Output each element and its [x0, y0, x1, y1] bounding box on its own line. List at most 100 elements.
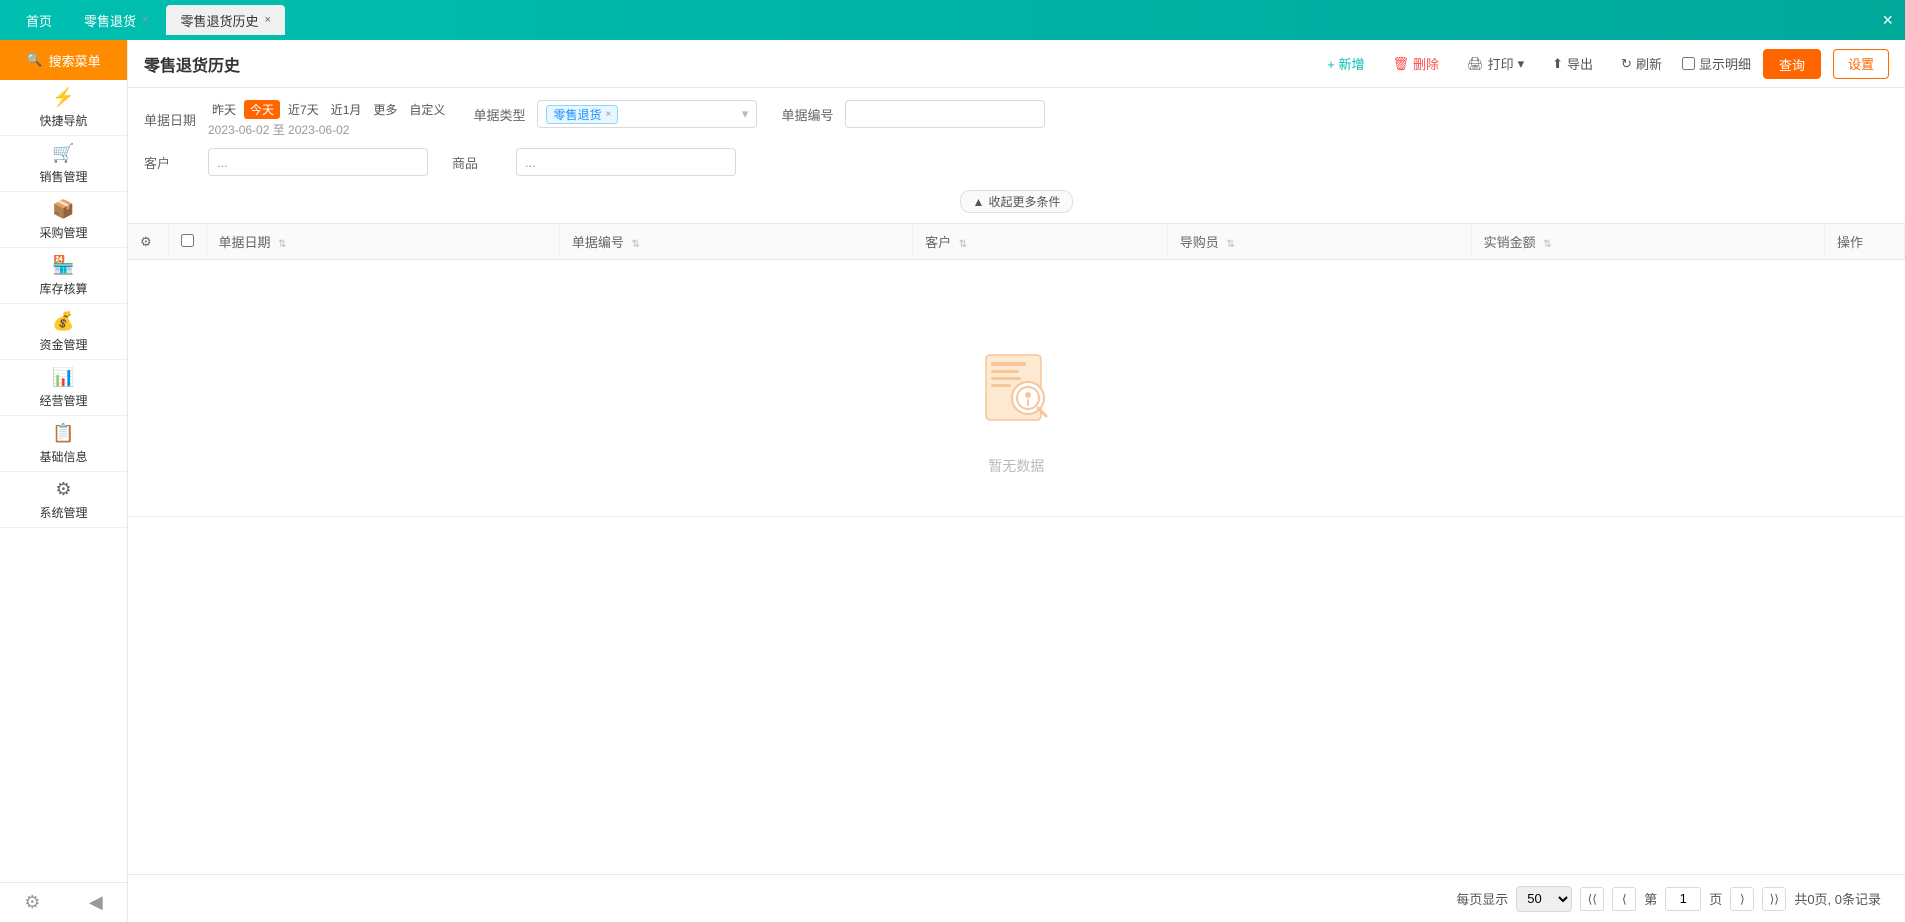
page-unit: 页: [1709, 889, 1722, 908]
collapse-row: ▲ 收起更多条件: [144, 186, 1889, 215]
sidebar-item-purchase-mgmt[interactable]: 📦 采购管理: [0, 192, 127, 248]
purchase-icon: 📦: [52, 199, 74, 220]
display-detail-checkbox-area[interactable]: 显示明细: [1682, 54, 1751, 73]
prev-page-button[interactable]: ⟨: [1612, 887, 1636, 911]
tab-home-label: 首页: [26, 11, 52, 30]
sidebar-search-button[interactable]: 🔍 搜索菜单: [0, 40, 127, 80]
refresh-button[interactable]: ↻ 刷新: [1613, 50, 1670, 77]
goods-filter: 商品 ...: [452, 148, 736, 176]
guide-sort-icon: ⇅: [1226, 239, 1234, 250]
date-opt-more[interactable]: 更多: [369, 100, 401, 119]
th-customer-label: 客户: [925, 235, 951, 250]
th-doc-date[interactable]: 单据日期 ⇅: [206, 224, 559, 260]
sidebar-item-finance[interactable]: 💰 资金管理: [0, 304, 127, 360]
date-opt-7days[interactable]: 近7天: [284, 100, 323, 119]
date-opt-1month[interactable]: 近1月: [327, 100, 366, 119]
delete-icon: 🗑: [1393, 56, 1410, 72]
query-button[interactable]: 查询: [1763, 49, 1821, 79]
header-actions: + 新增 🗑 删除 🖨 打印 ▾ ⬆ 导出 ↻ 刷新: [1319, 49, 1889, 79]
print-button-label: 打印: [1488, 54, 1514, 73]
export-button-label: 导出: [1567, 54, 1593, 73]
date-opt-yesterday[interactable]: 昨天: [208, 100, 240, 119]
sidebar-search-label: 搜索菜单: [49, 51, 101, 70]
window-close-button[interactable]: ×: [1882, 10, 1893, 31]
sidebar-item-finance-label: 资金管理: [39, 336, 87, 353]
refresh-button-label: 刷新: [1636, 54, 1662, 73]
export-button[interactable]: ⬆ 导出: [1544, 50, 1601, 77]
refresh-icon: ↻: [1621, 56, 1632, 72]
page-size-select[interactable]: 50 100 200: [1516, 886, 1572, 912]
delete-button-label: 删除: [1413, 54, 1439, 73]
th-doc-num[interactable]: 单据编号 ⇅: [559, 224, 912, 260]
doc-type-select[interactable]: 零售退货 × ▾: [537, 100, 757, 128]
next-page-button[interactable]: ⟩: [1730, 887, 1754, 911]
delete-button[interactable]: 🗑 删除: [1385, 50, 1448, 77]
th-customer[interactable]: 客户 ⇅: [913, 224, 1168, 260]
page-label: 第: [1644, 889, 1657, 908]
date-opt-custom[interactable]: 自定义: [405, 100, 449, 119]
th-check[interactable]: [168, 224, 206, 260]
sidebar-menu: ⚡ 快捷导航 🛒 销售管理 📦 采购管理 🏪 库存核算 💰 资金管理 📊: [0, 80, 127, 882]
new-button[interactable]: + 新增: [1319, 50, 1372, 77]
tab-home[interactable]: 首页: [12, 5, 66, 35]
customer-select[interactable]: ...: [208, 148, 428, 176]
tab-retail-return-history[interactable]: 零售退货历史 ×: [166, 5, 284, 35]
doc-type-tag-close[interactable]: ×: [605, 109, 611, 120]
settings-bottom-icon[interactable]: ⚙: [24, 892, 40, 913]
filter-row-1: 单据日期 昨天 今天 近7天 近1月 更多 自定义 2023-06-02 至 2…: [144, 100, 1889, 138]
last-page-button[interactable]: ⟩⟩: [1762, 887, 1786, 911]
th-guide[interactable]: 导购员 ⇅: [1167, 224, 1471, 260]
select-all-checkbox[interactable]: [181, 234, 194, 247]
th-settings[interactable]: ⚙: [128, 224, 168, 260]
amount-sort-icon: ⇅: [1543, 239, 1551, 250]
sidebar-item-inventory[interactable]: 🏪 库存核算: [0, 248, 127, 304]
sidebar-item-sales-mgmt[interactable]: 🛒 销售管理: [0, 136, 127, 192]
page-size-label: 每页显示: [1456, 889, 1508, 908]
basic-info-icon: 📋: [52, 423, 74, 444]
date-range-display: 2023-06-02 至 2023-06-02: [208, 121, 449, 138]
th-amount[interactable]: 实销金额 ⇅: [1471, 224, 1824, 260]
print-dropdown-icon: ▾: [1518, 56, 1525, 72]
sidebar-item-system-mgmt[interactable]: ⚙ 系统管理: [0, 472, 127, 528]
sidebar-item-operations[interactable]: 📊 经营管理: [0, 360, 127, 416]
setting-button[interactable]: 设置: [1833, 49, 1889, 79]
date-filter-label: 单据日期: [144, 110, 200, 129]
tab-retail-return-history-label: 零售退货历史: [180, 11, 258, 30]
collapse-button[interactable]: ▲ 收起更多条件: [960, 190, 1074, 213]
sidebar-item-system-mgmt-label: 系统管理: [39, 504, 87, 521]
tab-retail-return-close[interactable]: ×: [142, 14, 148, 26]
total-info: 共0页, 0条记录: [1794, 889, 1881, 908]
table-header: ⚙ 单据日期 ⇅ 单据编号 ⇅: [128, 224, 1905, 260]
collapse-sidebar-icon[interactable]: ◀: [89, 892, 103, 913]
goods-select[interactable]: ...: [516, 148, 736, 176]
collapse-button-label: 收起更多条件: [988, 193, 1060, 210]
doc-num-filter: 单据编号: [781, 100, 1045, 128]
th-guide-label: 导购员: [1180, 235, 1219, 250]
finance-icon: 💰: [52, 311, 74, 332]
display-detail-checkbox[interactable]: [1682, 57, 1695, 70]
print-button[interactable]: 🖨 打印 ▾: [1459, 50, 1532, 77]
table-body: 暂无数据: [128, 260, 1905, 517]
tab-retail-return[interactable]: 零售退货 ×: [70, 5, 162, 35]
customer-filter: 客户 ...: [144, 148, 428, 176]
date-opt-today[interactable]: 今天: [244, 100, 280, 119]
filter-row-2: 客户 ... 商品 ...: [144, 148, 1889, 176]
table-container: ⚙ 单据日期 ⇅ 单据编号 ⇅: [128, 224, 1905, 874]
column-settings-icon[interactable]: ⚙: [140, 234, 152, 249]
empty-illustration: [966, 340, 1066, 440]
page-header: 零售退货历史 + 新增 🗑 删除 🖨 打印 ▾ ⬆ 导出: [128, 40, 1905, 88]
tab-retail-return-history-close[interactable]: ×: [264, 14, 270, 26]
empty-state: 暂无数据: [128, 260, 1905, 516]
export-icon: ⬆: [1552, 56, 1563, 72]
sidebar-item-basic-info-label: 基础信息: [39, 448, 87, 465]
sidebar-item-basic-info[interactable]: 📋 基础信息: [0, 416, 127, 472]
first-page-button[interactable]: ⟨⟨: [1580, 887, 1604, 911]
page-number-input[interactable]: [1665, 887, 1701, 911]
doc-num-input[interactable]: [845, 100, 1045, 128]
new-button-label: + 新增: [1327, 54, 1364, 73]
page-title: 零售退货历史: [144, 52, 240, 76]
doc-num-sort-icon: ⇅: [631, 239, 639, 250]
quick-nav-icon: ⚡: [52, 87, 74, 108]
sidebar-item-quick-nav[interactable]: ⚡ 快捷导航: [0, 80, 127, 136]
sidebar-item-operations-label: 经营管理: [39, 392, 87, 409]
